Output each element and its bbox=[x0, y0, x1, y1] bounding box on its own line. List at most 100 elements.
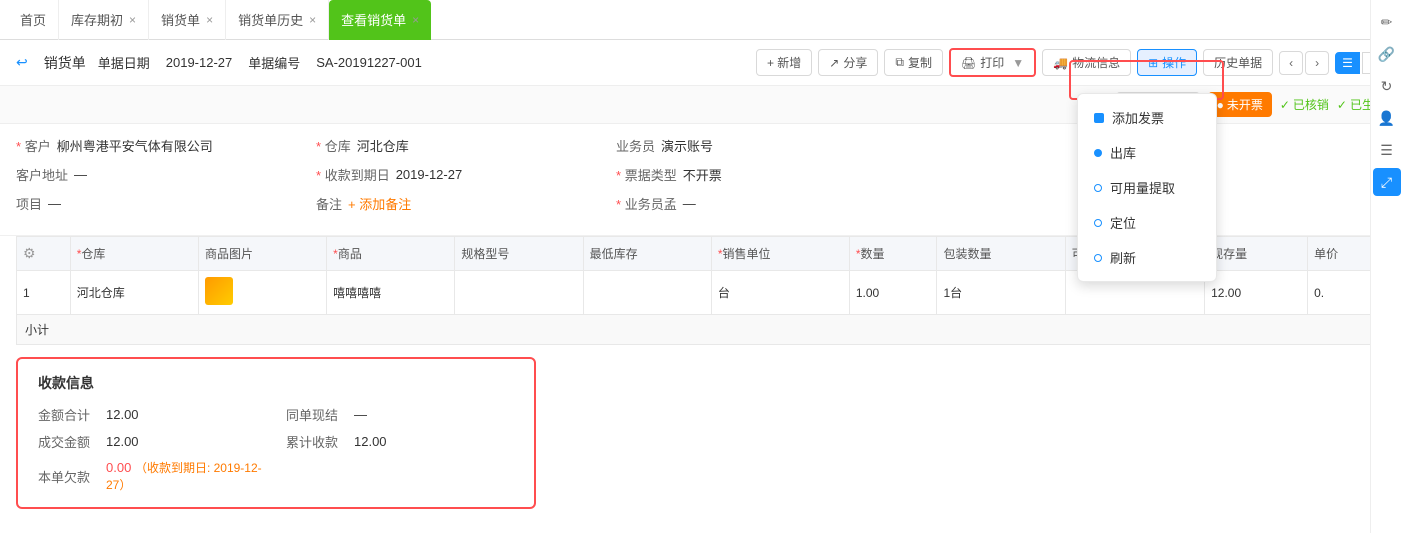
confirm-status: ✓ 已核销 bbox=[1280, 96, 1329, 113]
address-field: 客户地址 — bbox=[16, 165, 296, 184]
cell-min-stock bbox=[583, 271, 711, 315]
new-button[interactable]: + 新增 bbox=[756, 49, 812, 76]
payment-info-title: 收款信息 bbox=[38, 373, 514, 393]
col-min-stock: 最低库存 bbox=[583, 237, 711, 271]
sales-staff-field: * 业务员孟 — bbox=[616, 194, 896, 213]
cumulative-receipt-value: 12.00 bbox=[354, 434, 387, 449]
cumulative-receipt-label: 累计收款 bbox=[286, 432, 346, 451]
col-sales-unit: *销售单位 bbox=[711, 237, 849, 271]
amount-total-value: 12.00 bbox=[106, 407, 139, 422]
cell-product-img bbox=[198, 271, 326, 315]
ticket-type-field: * 票据类型 不开票 bbox=[616, 165, 896, 184]
check-icon: ✓ bbox=[1280, 98, 1290, 112]
add-note-button[interactable]: + 添加备注 bbox=[348, 194, 411, 213]
operations-button[interactable]: ⊞ 操作 bbox=[1137, 49, 1197, 76]
dropdown-add-invoice[interactable]: 添加发票 bbox=[1078, 100, 1216, 135]
next-button[interactable]: › bbox=[1305, 51, 1329, 75]
doc-title-area: ↩ 销货单 单据日期 2019-12-27 单据编号 SA-20191227-0… bbox=[16, 53, 756, 73]
sales-staff-value: — bbox=[683, 196, 696, 211]
grid-icon: ⊞ bbox=[1148, 56, 1158, 70]
col-product: *商品 bbox=[327, 237, 455, 271]
address-value: — bbox=[74, 167, 87, 182]
sidebar-link-icon[interactable]: 🔗 bbox=[1373, 40, 1401, 68]
tab-view-sales[interactable]: 查看销货单 × bbox=[329, 0, 431, 40]
tab-inventory-init-close[interactable]: × bbox=[129, 13, 136, 27]
col-stock: 现存量 bbox=[1205, 237, 1308, 271]
product-image bbox=[205, 277, 233, 305]
logistics-button[interactable]: 🚚 物流信息 bbox=[1042, 49, 1131, 76]
customer-value: 柳州粤港平安气体有限公司 bbox=[57, 136, 213, 155]
warehouse-value: 河北仓库 bbox=[357, 136, 409, 155]
address-label: 客户地址 bbox=[16, 165, 68, 184]
tab-home[interactable]: 首页 bbox=[8, 0, 59, 40]
dropdown-available-qty[interactable]: 可用量提取 bbox=[1078, 170, 1216, 205]
same-order-settle-label: 同单现结 bbox=[286, 405, 346, 424]
summary-row: 小计 bbox=[17, 315, 1386, 345]
tab-sales-history[interactable]: 销货单历史 × bbox=[226, 0, 329, 40]
tab-view-sales-close[interactable]: × bbox=[412, 13, 419, 27]
payment-date-value: 2019-12-27 bbox=[396, 167, 463, 182]
cell-sales-unit: 台 bbox=[711, 271, 849, 315]
sidebar-expand-icon[interactable]: ⤢ bbox=[1373, 168, 1401, 196]
dropdown-refresh[interactable]: 刷新 bbox=[1078, 240, 1216, 275]
project-value: — bbox=[48, 196, 61, 211]
transaction-amount-label: 成交金额 bbox=[38, 432, 98, 451]
warehouse-field: * 仓库 河北仓库 bbox=[316, 136, 596, 155]
col-product-img: 商品图片 bbox=[198, 237, 326, 271]
share-icon: ↗ bbox=[829, 56, 839, 70]
nav-arrows: ‹ › bbox=[1279, 51, 1329, 75]
prev-button[interactable]: ‹ bbox=[1279, 51, 1303, 75]
staff-value: 演示账号 bbox=[661, 136, 713, 155]
available-qty-icon bbox=[1094, 184, 1102, 192]
staff-label: 业务员 bbox=[616, 136, 655, 155]
this-order-due-label: 本单欠款 bbox=[38, 467, 98, 486]
sidebar-rotate-icon[interactable]: ↻ bbox=[1373, 72, 1401, 100]
sidebar-edit-icon[interactable]: ✏ bbox=[1373, 8, 1401, 36]
doc-header: ↩ 销货单 单据日期 2019-12-27 单据编号 SA-20191227-0… bbox=[0, 40, 1402, 86]
share-button[interactable]: ↗ 分享 bbox=[818, 49, 878, 76]
cell-no: 1 bbox=[17, 271, 71, 315]
same-order-settle-row: 同单现结 — bbox=[286, 405, 514, 424]
not-open-button[interactable]: ● 未开票 bbox=[1208, 92, 1272, 117]
settings-icon[interactable]: ⚙ bbox=[23, 245, 36, 261]
cell-product: 嘻嘻嘻嘻 bbox=[327, 271, 455, 315]
date-value: 2019-12-27 bbox=[166, 55, 233, 70]
col-warehouse: *仓库 bbox=[70, 237, 198, 271]
tab-sales-history-close[interactable]: × bbox=[309, 13, 316, 27]
sidebar-user-icon[interactable]: 👤 bbox=[1373, 104, 1401, 132]
list-view-button[interactable]: ☰ bbox=[1335, 52, 1360, 74]
ticket-type-label: * 票据类型 bbox=[616, 165, 677, 184]
same-order-settle-value: — bbox=[354, 407, 367, 422]
outbound-icon bbox=[1094, 149, 1102, 157]
project-field: 项目 — bbox=[16, 194, 296, 213]
dropdown-outbound[interactable]: 出库 bbox=[1078, 135, 1216, 170]
sidebar-list-icon[interactable]: ☰ bbox=[1373, 136, 1401, 164]
date-label: 单据日期 bbox=[98, 53, 150, 72]
operations-dropdown: 添加发票 出库 可用量提取 定位 刷新 bbox=[1077, 93, 1217, 282]
refresh-icon bbox=[1094, 254, 1102, 262]
warehouse-label: * 仓库 bbox=[316, 136, 351, 155]
tab-sales-order[interactable]: 销货单 × bbox=[149, 0, 226, 40]
col-qty: *数量 bbox=[849, 237, 937, 271]
tab-inventory-init[interactable]: 库存期初 × bbox=[59, 0, 149, 40]
copy-button[interactable]: ⧉ 复制 bbox=[884, 49, 943, 76]
amount-total-label: 金额合计 bbox=[38, 405, 98, 424]
history-button[interactable]: 历史单据 bbox=[1203, 49, 1273, 76]
col-spec: 规格型号 bbox=[455, 237, 583, 271]
dropdown-locate[interactable]: 定位 bbox=[1078, 205, 1216, 240]
payment-info-box: 收款信息 金额合计 12.00 同单现结 — 成交金额 12.00 累计收款 1… bbox=[16, 357, 536, 509]
sales-staff-label: * 业务员孟 bbox=[616, 194, 677, 213]
copy-icon: ⧉ bbox=[895, 55, 904, 70]
customer-field: * 客户 柳州粤港平安气体有限公司 bbox=[16, 136, 296, 155]
truck-icon: 🚚 bbox=[1053, 56, 1068, 70]
cell-spec bbox=[455, 271, 583, 315]
payment-date-field: * 收款到期日 2019-12-27 bbox=[316, 165, 596, 184]
amount-total-row: 金额合计 12.00 bbox=[38, 405, 266, 424]
staff-field: 业务员 演示账号 bbox=[616, 136, 896, 155]
this-order-due-row: 本单欠款 0.00 （收款到期日: 2019-12-27） bbox=[38, 459, 266, 493]
add-invoice-icon bbox=[1094, 113, 1104, 123]
tab-sales-order-close[interactable]: × bbox=[206, 13, 213, 27]
col-settings: ⚙ bbox=[17, 237, 71, 271]
project-label: 项目 bbox=[16, 194, 42, 213]
print-button[interactable]: 🖨 打印 ▼ bbox=[949, 48, 1036, 77]
